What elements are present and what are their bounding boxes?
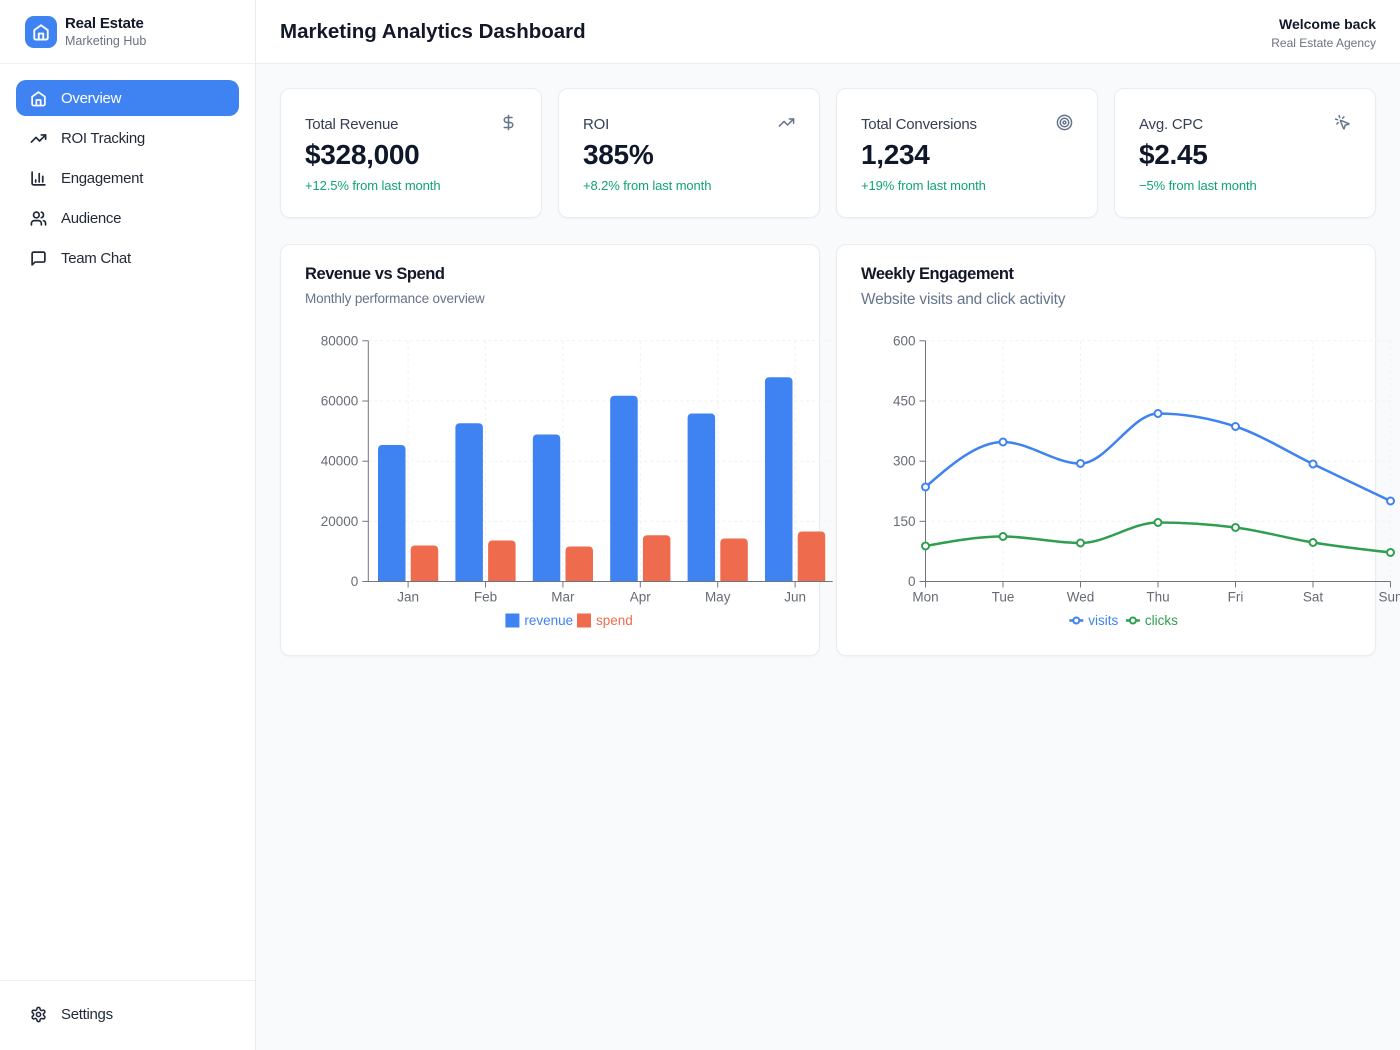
svg-text:Jun: Jun	[784, 590, 806, 605]
svg-text:Sun: Sun	[1378, 590, 1400, 605]
svg-text:80000: 80000	[321, 333, 359, 348]
svg-text:Thu: Thu	[1146, 590, 1169, 605]
svg-text:visits: visits	[1088, 613, 1118, 628]
svg-text:spend: spend	[596, 613, 633, 628]
svg-text:Apr: Apr	[630, 590, 652, 605]
svg-text:clicks: clicks	[1145, 613, 1178, 628]
svg-text:150: 150	[893, 514, 916, 529]
svg-text:Mar: Mar	[551, 590, 575, 605]
svg-text:Tue: Tue	[992, 590, 1015, 605]
svg-text:Feb: Feb	[474, 590, 497, 605]
svg-text:May: May	[705, 590, 731, 605]
svg-text:Sat: Sat	[1303, 590, 1324, 605]
svg-text:Fri: Fri	[1228, 590, 1244, 605]
svg-text:Jan: Jan	[397, 590, 419, 605]
svg-text:revenue: revenue	[524, 613, 573, 628]
svg-text:60000: 60000	[321, 394, 359, 409]
svg-text:0: 0	[351, 574, 359, 589]
svg-text:Wed: Wed	[1067, 590, 1095, 605]
svg-text:0: 0	[908, 574, 916, 589]
svg-text:20000: 20000	[321, 514, 359, 529]
svg-text:450: 450	[893, 394, 916, 409]
svg-text:Mon: Mon	[912, 590, 938, 605]
svg-text:600: 600	[893, 333, 916, 348]
svg-text:300: 300	[893, 454, 916, 469]
svg-text:40000: 40000	[321, 454, 359, 469]
